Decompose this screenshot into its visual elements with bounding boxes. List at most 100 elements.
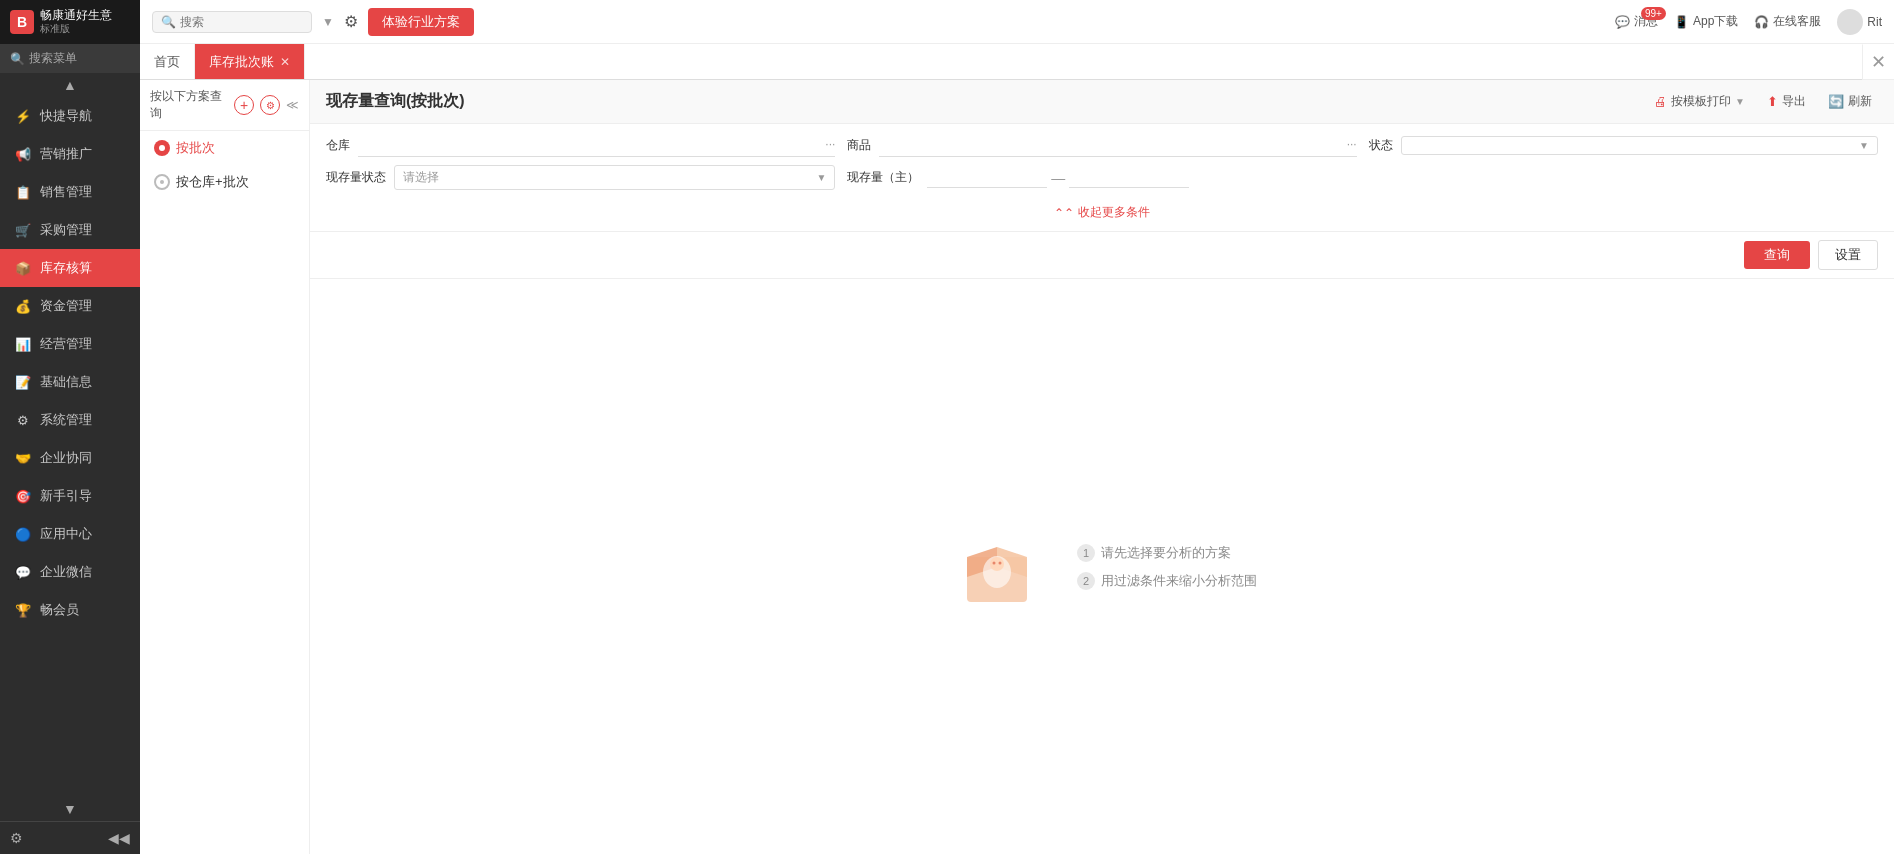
inventory-icon: 📦: [14, 259, 32, 277]
sidebar-item-label: 经营管理: [40, 335, 92, 353]
collapse-sidebar-icon[interactable]: ◀◀: [108, 830, 130, 846]
sidebar-item-inventory[interactable]: 📦 库存核算: [0, 249, 140, 287]
user-profile-btn[interactable]: Rit: [1837, 9, 1882, 35]
stock-status-filter: 现存量状态 请选择 ▼: [326, 165, 835, 190]
trial-btn[interactable]: 体验行业方案: [368, 8, 474, 36]
svg-point-7: [993, 561, 996, 564]
empty-hint-1: 1 请先选择要分析的方案: [1077, 544, 1257, 562]
page-actions: 🖨 按模板打印 ▼ ⬆ 导出 🔄 刷新: [1648, 90, 1878, 113]
app-logo: B: [10, 10, 34, 34]
sidebar-item-sales[interactable]: 📋 销售管理: [0, 173, 140, 211]
left-panel-collapse-btn[interactable]: ≪: [286, 98, 299, 112]
sidebar-item-apps[interactable]: 🔵 应用中心: [0, 515, 140, 553]
print-btn[interactable]: 🖨 按模板打印 ▼: [1648, 90, 1751, 113]
sidebar: B 畅康通好生意 标准版 🔍 搜索菜单 ▲ ⚡ 快捷导航 📢 营销推广 📋 销售…: [0, 0, 140, 854]
topbar-search-input[interactable]: [180, 15, 280, 29]
sidebar-item-marketing[interactable]: 📢 营销推广: [0, 135, 140, 173]
stock-amount-from-input[interactable]: [927, 167, 1047, 188]
close-tab-area-btn[interactable]: ✕: [1862, 44, 1894, 79]
close-all-icon[interactable]: ✕: [1871, 51, 1886, 73]
topbar-dropdown-arrow[interactable]: ▼: [322, 15, 334, 29]
app-download-label: App下载: [1693, 13, 1738, 30]
sidebar-item-purchase[interactable]: 🛒 采购管理: [0, 211, 140, 249]
tab-close-icon[interactable]: ✕: [280, 55, 290, 69]
stock-amount-to-input[interactable]: [1069, 167, 1189, 188]
stock-status-arrow: ▼: [816, 172, 826, 183]
sidebar-item-finance[interactable]: 💰 资金管理: [0, 287, 140, 325]
stock-status-select[interactable]: 请选择 ▼: [394, 165, 835, 190]
sidebar-item-label: 畅会员: [40, 601, 79, 619]
query-btn[interactable]: 查询: [1744, 241, 1810, 269]
warehouse-filter: 仓库 ···: [326, 134, 835, 157]
tabbar: 首页 库存批次账 ✕ ✕: [140, 44, 1894, 80]
stock-amount-label: 现存量（主）: [847, 169, 927, 186]
right-panel: 现存量查询(按批次) 🖨 按模板打印 ▼ ⬆ 导出 🔄 刷新: [310, 80, 1894, 854]
sidebar-scroll-down[interactable]: ▼: [0, 797, 140, 821]
tab-home-label: 首页: [154, 53, 180, 71]
collapse-filters-btn[interactable]: ⌃⌃ 收起更多条件: [326, 198, 1878, 221]
sidebar-item-enterprise[interactable]: 🤝 企业协同: [0, 439, 140, 477]
print-dropdown-arrow[interactable]: ▼: [1735, 96, 1745, 107]
guide-icon: 🎯: [14, 487, 32, 505]
sidebar-item-system[interactable]: ⚙ 系统管理: [0, 401, 140, 439]
member-icon: 🏆: [14, 601, 32, 619]
product-input[interactable]: [879, 134, 1342, 154]
sidebar-item-label: 资金管理: [40, 297, 92, 315]
app-download-btn[interactable]: 📱 App下载: [1674, 13, 1738, 30]
status-label: 状态: [1369, 137, 1401, 154]
sidebar-item-wechat[interactable]: 💬 企业微信: [0, 553, 140, 591]
sidebar-item-label: 快捷导航: [40, 107, 92, 125]
stock-status-placeholder: 请选择: [403, 169, 812, 186]
svg-point-0: [159, 145, 165, 151]
sidebar-item-label: 库存核算: [40, 259, 92, 277]
status-select[interactable]: ▼: [1401, 136, 1878, 155]
inactive-scheme-dot: [154, 174, 170, 190]
status-filter: 状态 ▼: [1369, 136, 1878, 155]
warehouse-input[interactable]: [358, 134, 821, 154]
basic-icon: 📝: [14, 373, 32, 391]
sidebar-item-label: 系统管理: [40, 411, 92, 429]
search-icon: 🔍: [10, 52, 25, 66]
filter-row-2: 现存量状态 请选择 ▼ 现存量（主） —: [326, 165, 1878, 190]
app-download-icon: 📱: [1674, 15, 1689, 29]
page-header: 现存量查询(按批次) 🖨 按模板打印 ▼ ⬆ 导出 🔄 刷新: [310, 80, 1894, 124]
sidebar-item-quick-nav[interactable]: ⚡ 快捷导航: [0, 97, 140, 135]
topbar-setting-icon[interactable]: ⚙: [344, 12, 358, 31]
refresh-btn[interactable]: 🔄 刷新: [1822, 90, 1878, 113]
page-title: 现存量查询(按批次): [326, 91, 465, 112]
refresh-label: 刷新: [1848, 93, 1872, 110]
app-subtitle: 标准版: [40, 22, 112, 36]
tab-inventory-batch[interactable]: 库存批次账 ✕: [195, 44, 305, 79]
enterprise-icon: 🤝: [14, 449, 32, 467]
stock-amount-filter: 现存量（主） —: [847, 167, 1356, 188]
tab-home[interactable]: 首页: [140, 44, 195, 79]
sidebar-item-guide[interactable]: 🎯 新手引导: [0, 477, 140, 515]
messages-btn[interactable]: 💬 消息 99+: [1615, 13, 1658, 30]
settings-btn[interactable]: 设置: [1818, 240, 1878, 270]
active-scheme-dot: [154, 140, 170, 156]
marketing-icon: 📢: [14, 145, 32, 163]
add-scheme-btn[interactable]: +: [234, 95, 254, 115]
scheme-settings-btn[interactable]: ⚙: [260, 95, 280, 115]
empty-hint-2: 2 用过滤条件来缩小分析范围: [1077, 572, 1257, 590]
online-service-label: 在线客服: [1773, 13, 1821, 30]
scheme-item-by-warehouse-batch[interactable]: 按仓库+批次: [140, 165, 309, 199]
topbar-search-box[interactable]: 🔍: [152, 11, 312, 33]
sidebar-nav: ⚡ 快捷导航 📢 营销推广 📋 销售管理 🛒 采购管理 📦 库存核算 💰 资金管…: [0, 97, 140, 797]
print-label: 按模板打印: [1671, 93, 1731, 110]
sidebar-item-basic[interactable]: 📝 基础信息: [0, 363, 140, 401]
topbar-search-icon: 🔍: [161, 15, 176, 29]
warehouse-more-icon[interactable]: ···: [825, 137, 835, 151]
main-area: 🔍 ▼ ⚙ 体验行业方案 💬 消息 99+ 📱 App下载 🎧 在线客服 Rit: [140, 0, 1894, 854]
sidebar-search[interactable]: 🔍 搜索菜单: [0, 44, 140, 73]
online-service-btn[interactable]: 🎧 在线客服: [1754, 13, 1821, 30]
product-more-icon[interactable]: ···: [1347, 137, 1357, 151]
settings-icon[interactable]: ⚙: [10, 830, 23, 846]
sidebar-item-operations[interactable]: 📊 经营管理: [0, 325, 140, 363]
sidebar-scroll-up[interactable]: ▲: [0, 73, 140, 97]
scheme-item-by-batch[interactable]: 按批次: [140, 131, 309, 165]
left-panel-title: 按以下方案查询: [150, 88, 228, 122]
empty-illustration: [947, 517, 1047, 617]
sidebar-item-member[interactable]: 🏆 畅会员: [0, 591, 140, 629]
export-btn[interactable]: ⬆ 导出: [1761, 90, 1812, 113]
